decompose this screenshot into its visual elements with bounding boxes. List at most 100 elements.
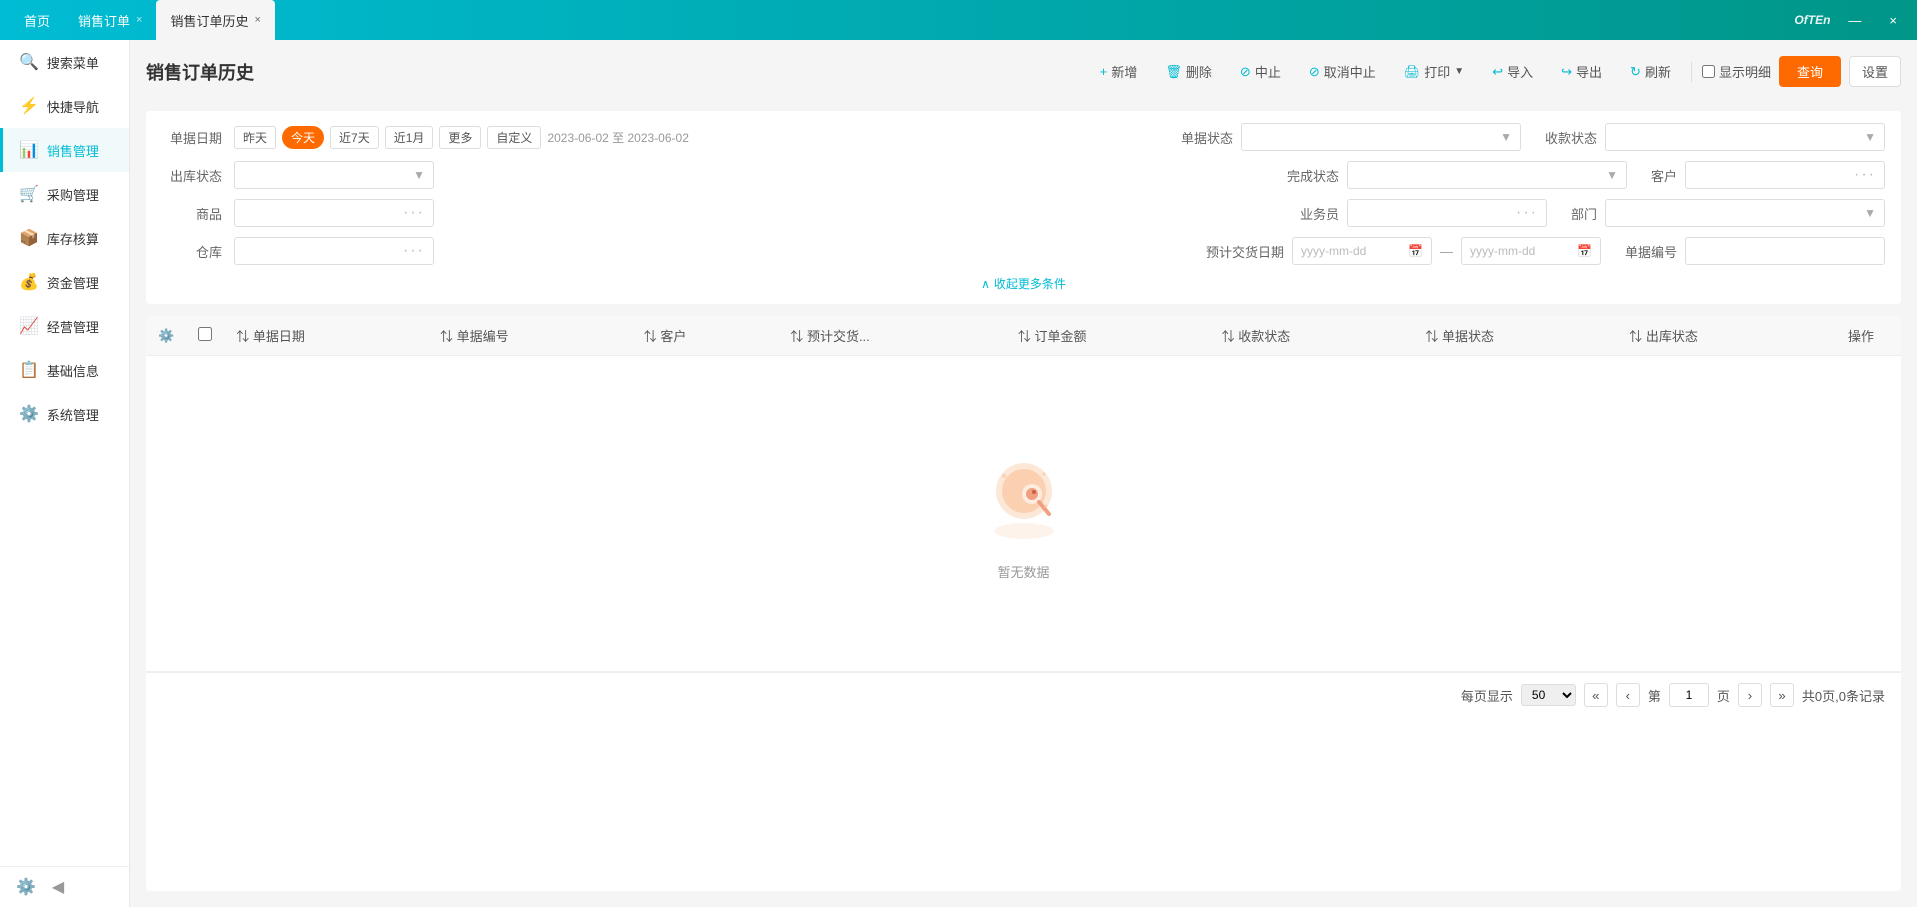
page-label: 页 [1717,686,1730,705]
calendar-from-icon[interactable]: 📅 [1408,244,1423,258]
stop-icon: ⊘ [1240,64,1251,80]
sidebar-item-quick-nav[interactable]: ⚡ 快捷导航 [0,84,129,128]
bill-status-select[interactable]: ▼ [1241,123,1521,151]
stock-status-select[interactable]: ▼ [234,161,434,189]
th-bill-status[interactable]: ⇅ 单据状态 [1413,316,1617,356]
sidebar-item-basic-info[interactable]: 📋 基础信息 [0,348,129,392]
tab-sales-order-history[interactable]: 销售订单历史 × [156,0,274,40]
calendar-to-icon[interactable]: 📅 [1577,244,1592,258]
warehouse-input[interactable]: ··· [234,237,434,265]
sidebar-settings-icon[interactable]: ⚙️ [16,877,36,897]
delete-btn[interactable]: 🗑 删除 [1155,57,1222,86]
sidebar-item-inventory[interactable]: 📦 库存核算 [0,216,129,260]
last-page-btn[interactable]: » [1770,683,1794,707]
empty-text: 暂无数据 [997,562,1049,581]
delivery-date-to-input[interactable]: yyyy-mm-dd 📅 [1461,237,1601,265]
table-settings-th[interactable]: ⚙️ [146,316,186,356]
payment-status-select[interactable]: ▼ [1605,123,1885,151]
delivery-date-from-placeholder: yyyy-mm-dd [1301,244,1404,258]
sidebar-item-operations[interactable]: 📈 经营管理 [0,304,129,348]
product-dots-btn[interactable]: ··· [403,204,425,222]
show-detail-checkbox-label[interactable]: 显示明细 [1702,62,1771,81]
th-customer[interactable]: ⇅ 客户 [632,316,779,356]
tab-sales-order[interactable]: 销售订单 × [64,0,156,40]
bill-number-input[interactable] [1685,237,1885,265]
th-stock-status[interactable]: ⇅ 出库状态 [1617,316,1821,356]
plus-icon: + [1100,64,1108,79]
delivery-date-from-input[interactable]: yyyy-mm-dd 📅 [1292,237,1432,265]
th-date[interactable]: ⇅ 单据日期 [224,316,428,356]
sidebar-item-sales[interactable]: 📊 销售管理 [0,128,129,172]
per-page-select[interactable]: 50 10 20 100 [1521,684,1576,706]
complete-status-select[interactable]: ▼ [1347,161,1627,189]
new-btn[interactable]: + 新增 [1090,57,1148,86]
date-today-btn[interactable]: 今天 [282,126,324,149]
info-icon: 📋 [19,360,39,380]
warehouse-label: 仓库 [162,242,222,261]
print-btn[interactable]: 🖨 打印 ▼ [1394,57,1474,86]
th-amount[interactable]: ⇅ 订单金额 [1006,316,1210,356]
query-btn[interactable]: 查询 [1779,56,1841,87]
customer-input[interactable]: ··· [1685,161,1885,189]
date-1month-btn[interactable]: 近1月 [385,126,434,149]
collapse-up-icon: ∧ [981,277,990,291]
pagination: 每页显示 50 10 20 100 « ‹ 第 页 › [146,672,1901,717]
department-label: 部门 [1571,204,1597,223]
th-operation: 操作 [1821,316,1901,356]
collapse-btn[interactable]: ∧ 收起更多条件 [981,275,1066,292]
cancel-stop-btn[interactable]: ⊘ 取消中止 [1299,57,1386,86]
stop-btn[interactable]: ⊘ 中止 [1230,57,1291,86]
bill-number-filter: 单据编号 [1625,237,1885,265]
refresh-btn[interactable]: ↻ 刷新 [1620,57,1681,86]
sidebar-item-finance[interactable]: 💰 资金管理 [0,260,129,304]
tab-sales-order-history-close[interactable]: × [254,14,260,26]
date-7days-btn[interactable]: 近7天 [330,126,379,149]
table-checkbox-th[interactable] [186,316,224,356]
page-title: 销售订单历史 [146,59,254,85]
table-settings-icon[interactable]: ⚙️ [158,328,174,343]
delivery-date-label: 预计交货日期 [1206,242,1284,261]
table-container: ⚙️ ⇅ 单据日期 ⇅ 单据编号 [146,316,1901,891]
next-page-btn[interactable]: › [1738,683,1762,707]
first-page-icon: « [1592,688,1599,703]
settings-btn[interactable]: 设置 [1849,56,1901,87]
department-select[interactable]: ▼ [1605,199,1885,227]
warehouse-dots-btn[interactable]: ··· [403,242,425,260]
page-input[interactable] [1669,683,1709,707]
sidebar-item-purchase[interactable]: 🛒 采购管理 [0,172,129,216]
export-btn[interactable]: ↪ 导出 [1551,57,1612,86]
salesperson-input[interactable]: ··· [1347,199,1547,227]
complete-status-filter: 完成状态 ▼ [1287,161,1627,189]
empty-state: 暂无数据 [158,366,1889,661]
date-yesterday-btn[interactable]: 昨天 [234,126,276,149]
chevron-down-icon: ▼ [1500,130,1512,144]
print-dropdown-icon: ▼ [1454,66,1464,77]
select-all-checkbox[interactable] [198,327,212,341]
tab-sales-order-close[interactable]: × [136,14,142,26]
salesperson-dots-btn[interactable]: ··· [1516,204,1538,222]
table-header-row: ⚙️ ⇅ 单据日期 ⇅ 单据编号 [146,316,1901,356]
sidebar-collapse-icon[interactable]: ◀ [52,877,64,897]
th-delivery[interactable]: ⇅ 预计交货... [778,316,1006,356]
product-input[interactable]: ··· [234,199,434,227]
date-custom-btn[interactable]: 自定义 [487,126,541,149]
chart-icon: 📊 [19,140,39,160]
prev-page-btn[interactable]: ‹ [1616,683,1640,707]
import-btn[interactable]: ↩ 导入 [1482,57,1543,86]
tab-home[interactable]: 首页 [10,0,64,40]
th-payment-status[interactable]: ⇅ 收款状态 [1210,316,1414,356]
filter-row-4: 仓库 ··· 预计交货日期 yyyy-mm-dd 📅 — yyyy-m [162,237,1885,265]
toolbar: + 新增 🗑 删除 ⊘ 中止 ⊘ 取消中止 🖨 打印 [1090,56,1901,87]
window-minimize-btn[interactable]: — [1838,8,1871,33]
first-page-btn[interactable]: « [1584,683,1608,707]
date-more-btn[interactable]: 更多 [439,126,481,149]
toolbar-divider [1691,62,1692,82]
sidebar-item-system[interactable]: ⚙️ 系统管理 [0,392,129,436]
customer-dots-btn[interactable]: ··· [1854,166,1876,184]
th-number[interactable]: ⇅ 单据编号 [428,316,632,356]
sidebar-item-search[interactable]: 🔍 搜索菜单 [0,40,129,84]
window-close-btn[interactable]: × [1879,8,1907,33]
chevron-down-icon-2: ▼ [1864,130,1876,144]
chevron-down-icon-5: ▼ [1864,206,1876,220]
show-detail-checkbox[interactable] [1702,65,1715,78]
